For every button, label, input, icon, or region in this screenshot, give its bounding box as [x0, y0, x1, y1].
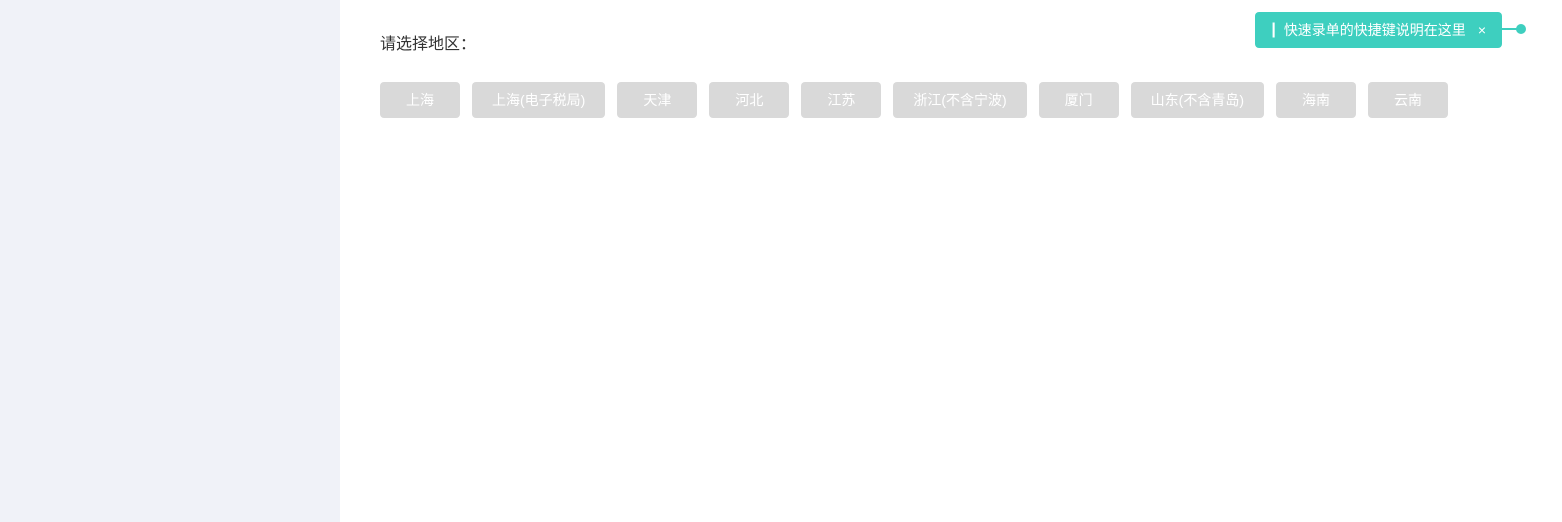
- region-button-hainan[interactable]: 海南: [1276, 82, 1356, 118]
- region-button-tianjin[interactable]: 天津: [617, 82, 697, 118]
- tooltip-banner: 快速录单的快捷键说明在这里 ×: [1255, 12, 1502, 48]
- tooltip-close-button[interactable]: ×: [1478, 22, 1486, 38]
- region-button-shanghai[interactable]: 上海: [380, 82, 460, 118]
- tooltip-text: 快速录单的快捷键说明在这里: [1284, 20, 1466, 40]
- region-button-hebei[interactable]: 河北: [709, 82, 789, 118]
- left-sidebar: [0, 0, 340, 522]
- region-button-xiamen[interactable]: 厦门: [1039, 82, 1119, 118]
- main-content: 请选择地区： 上海上海(电子税局)天津河北江苏浙江(不含宁波)厦门山东(不含青岛…: [340, 0, 1562, 522]
- tooltip-dot-indicator: [1516, 24, 1526, 34]
- region-button-yunnan[interactable]: 云南: [1368, 82, 1448, 118]
- region-button-shandong[interactable]: 山东(不含青岛): [1131, 82, 1264, 118]
- region-button-shanghai-e[interactable]: 上海(电子税局): [472, 82, 605, 118]
- region-button-zhejiang[interactable]: 浙江(不含宁波): [893, 82, 1026, 118]
- region-buttons: 上海上海(电子税局) 天津河北江苏浙江(不含宁波) 厦门山东(不含青岛) 海南云南: [380, 82, 1522, 118]
- region-button-jiangsu[interactable]: 江苏: [801, 82, 881, 118]
